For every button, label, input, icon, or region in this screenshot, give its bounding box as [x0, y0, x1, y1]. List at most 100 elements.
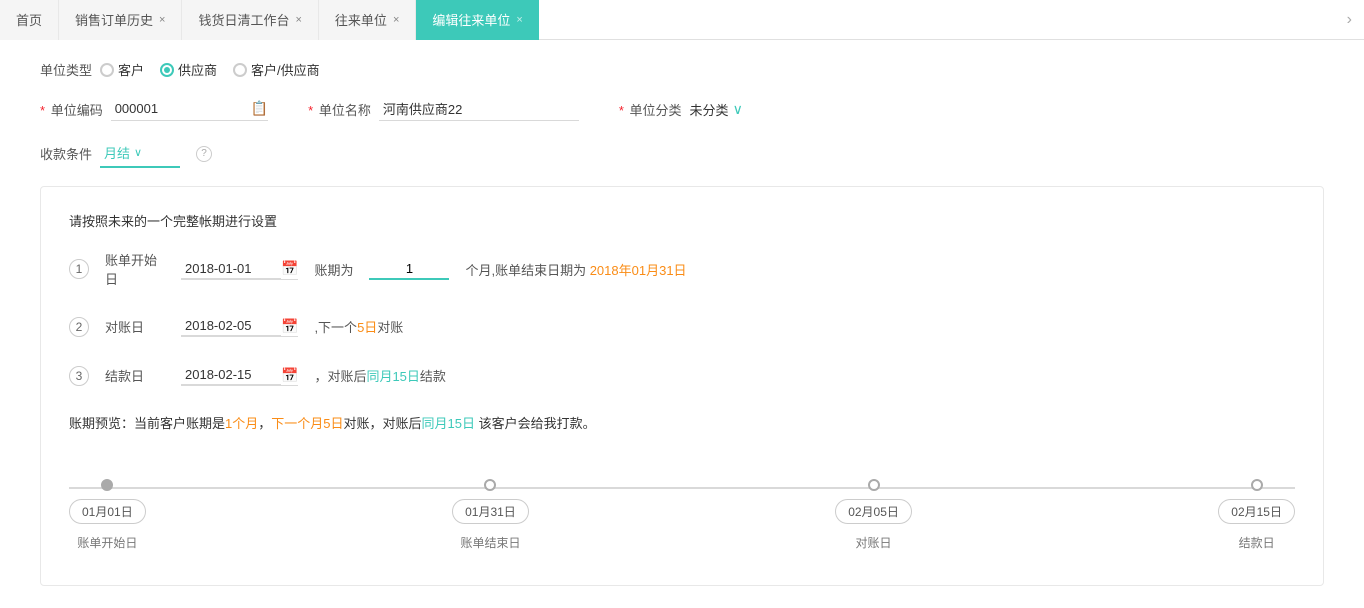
payment-date-input-wrap: 📅: [181, 365, 298, 386]
timeline-points: 01月01日 账单开始日 01月31日 账单结束日 02月05日 对账日: [69, 479, 1295, 551]
reconcile-date-input-wrap: 📅: [181, 316, 298, 337]
start-date-input[interactable]: [181, 259, 281, 279]
timeline-sub-1: 账单结束日: [460, 534, 520, 551]
payment-row: 收款条件 月结 ∨ ?: [40, 139, 1324, 168]
start-date-input-wrap: 📅: [181, 259, 298, 280]
row-label-3: 结款日: [105, 366, 165, 385]
unit-classify-value: 未分类: [690, 100, 729, 119]
start-date-cal-icon[interactable]: 📅: [281, 260, 298, 277]
payment-desc: ，对账后同月15日结款: [314, 366, 446, 385]
unit-type-label: 单位类型: [40, 60, 92, 79]
timeline-sub-3: 结款日: [1239, 534, 1275, 551]
payment-arrow-icon: ∨: [134, 146, 142, 159]
timeline: 01月01日 账单开始日 01月31日 账单结束日 02月05日 对账日: [69, 459, 1295, 561]
radio-customer-supplier-label: 客户/供应商: [251, 60, 320, 79]
reconcile-highlight: 5日: [357, 320, 377, 335]
radio-supplier-label: 供应商: [178, 60, 217, 79]
unit-type-radio-group: 客户 供应商 客户/供应商: [100, 60, 320, 79]
row-num-3: 3: [69, 366, 89, 386]
tab-cash-work[interactable]: 钱货日清工作台 ×: [182, 0, 318, 40]
timeline-point-1: 01月31日 账单结束日: [452, 479, 529, 551]
setting-row-3: 3 结款日 📅 ，对账后同月15日结款: [69, 365, 1295, 386]
tab-home-label: 首页: [16, 10, 42, 29]
timeline-point-3: 02月15日 结款日: [1218, 479, 1295, 551]
tab-edit-partner-label: 编辑往来单位: [432, 10, 510, 29]
unit-code-label: * 单位编码: [40, 100, 103, 119]
preview-part1: 1个月: [225, 416, 258, 431]
radio-customer-circle: [100, 63, 114, 77]
payment-help-icon[interactable]: ?: [196, 146, 212, 162]
timeline-dot-2: [868, 479, 880, 491]
row-num-2: 2: [69, 317, 89, 337]
unit-code-copy-icon[interactable]: 📋: [251, 100, 268, 117]
unit-code-input-wrap: 📋: [111, 97, 268, 121]
radio-customer-supplier[interactable]: 客户/供应商: [233, 60, 320, 79]
timeline-point-0: 01月01日 账单开始日: [69, 479, 146, 551]
timeline-sub-2: 对账日: [856, 534, 892, 551]
period-input[interactable]: [369, 259, 449, 280]
unit-classify-label: * 单位分类: [619, 100, 682, 119]
reconcile-date-cal-icon[interactable]: 📅: [281, 318, 298, 335]
tab-cash-work-close[interactable]: ×: [295, 14, 301, 26]
end-date-highlight: 2018年01月31日: [590, 263, 687, 278]
unit-classify-group: * 单位分类 未分类 ∨: [619, 100, 850, 119]
row-label-1: 账单开始日: [105, 250, 165, 288]
tabs-scroll-arrow[interactable]: ›: [1335, 11, 1364, 29]
payment-date-cal-icon[interactable]: 📅: [281, 367, 298, 384]
unit-type-row: 单位类型 客户 供应商 客户/供应商: [40, 60, 1324, 79]
tab-sales-history[interactable]: 销售订单历史 ×: [59, 0, 182, 40]
payment-label: 收款条件: [40, 144, 92, 163]
settings-box: 请按照未来的一个完整帐期进行设置 1 账单开始日 📅 账期为 个月,账单结束日期…: [40, 186, 1324, 586]
tabs-bar: 首页 销售订单历史 × 钱货日清工作台 × 往来单位 × 编辑往来单位 × ›: [0, 0, 1364, 40]
payment-highlight: 同月15日: [366, 369, 419, 384]
radio-customer-supplier-circle: [233, 63, 247, 77]
tab-partner-label: 往来单位: [335, 10, 387, 29]
period-label: 账期为: [314, 260, 353, 279]
timeline-date-2: 02月05日: [835, 499, 912, 524]
preview-part3: 同月15日: [422, 416, 475, 431]
timeline-date-1: 01月31日: [452, 499, 529, 524]
radio-supplier[interactable]: 供应商: [160, 60, 217, 79]
row-num-1: 1: [69, 259, 89, 279]
tab-sales-history-close[interactable]: ×: [159, 14, 165, 26]
tab-edit-partner-close[interactable]: ×: [516, 14, 522, 26]
unit-info-row: * 单位编码 📋 * 单位名称 * 单位分类 未分类 ∨: [40, 97, 1324, 121]
unit-name-label: * 单位名称: [308, 100, 371, 119]
tab-home[interactable]: 首页: [0, 0, 59, 40]
row-label-2: 对账日: [105, 317, 165, 336]
reconcile-desc: ,下一个5日对账: [314, 317, 403, 336]
payment-date-input[interactable]: [181, 365, 281, 385]
classify-arrow-icon: ∨: [733, 101, 743, 118]
tab-partner-close[interactable]: ×: [393, 14, 399, 26]
radio-customer-label: 客户: [118, 60, 144, 79]
payment-group: 收款条件 月结 ∨ ?: [40, 139, 212, 168]
timeline-date-0: 01月01日: [69, 499, 146, 524]
timeline-date-3: 02月15日: [1218, 499, 1295, 524]
timeline-point-2: 02月05日 对账日: [835, 479, 912, 551]
period-unit: 个月,账单结束日期为 2018年01月31日: [465, 260, 686, 279]
settings-box-title: 请按照未来的一个完整帐期进行设置: [69, 211, 1295, 230]
tab-cash-work-label: 钱货日清工作台: [198, 10, 289, 29]
tab-sales-history-label: 销售订单历史: [75, 10, 153, 29]
tab-partner[interactable]: 往来单位 ×: [319, 0, 416, 40]
setting-row-1: 1 账单开始日 📅 账期为 个月,账单结束日期为 2018年01月31日: [69, 250, 1295, 288]
preview-text: 账期预览：当前客户账期是1个月，下一个月5日对账，对账后同月15日 该客户会给我…: [69, 414, 1295, 435]
unit-name-group: * 单位名称: [308, 97, 579, 121]
unit-type-group: 单位类型 客户 供应商 客户/供应商: [40, 60, 320, 79]
tab-edit-partner[interactable]: 编辑往来单位 ×: [416, 0, 538, 40]
unit-code-input[interactable]: [111, 97, 251, 120]
reconcile-date-input[interactable]: [181, 316, 281, 336]
main-content: 单位类型 客户 供应商 客户/供应商 * 单位编码: [0, 40, 1364, 608]
radio-customer[interactable]: 客户: [100, 60, 144, 79]
unit-code-group: * 单位编码 📋: [40, 97, 268, 121]
timeline-dot-1: [484, 479, 496, 491]
payment-dropdown[interactable]: 月结 ∨: [100, 139, 180, 168]
timeline-sub-0: 账单开始日: [77, 534, 137, 551]
radio-supplier-circle: [160, 63, 174, 77]
payment-value: 月结: [104, 143, 130, 162]
preview-part2: 下一个月5日: [271, 416, 343, 431]
unit-name-input[interactable]: [379, 97, 579, 121]
setting-row-2: 2 对账日 📅 ,下一个5日对账: [69, 316, 1295, 337]
unit-classify-dropdown[interactable]: 未分类 ∨: [690, 100, 850, 119]
timeline-dot-0: [101, 479, 113, 491]
